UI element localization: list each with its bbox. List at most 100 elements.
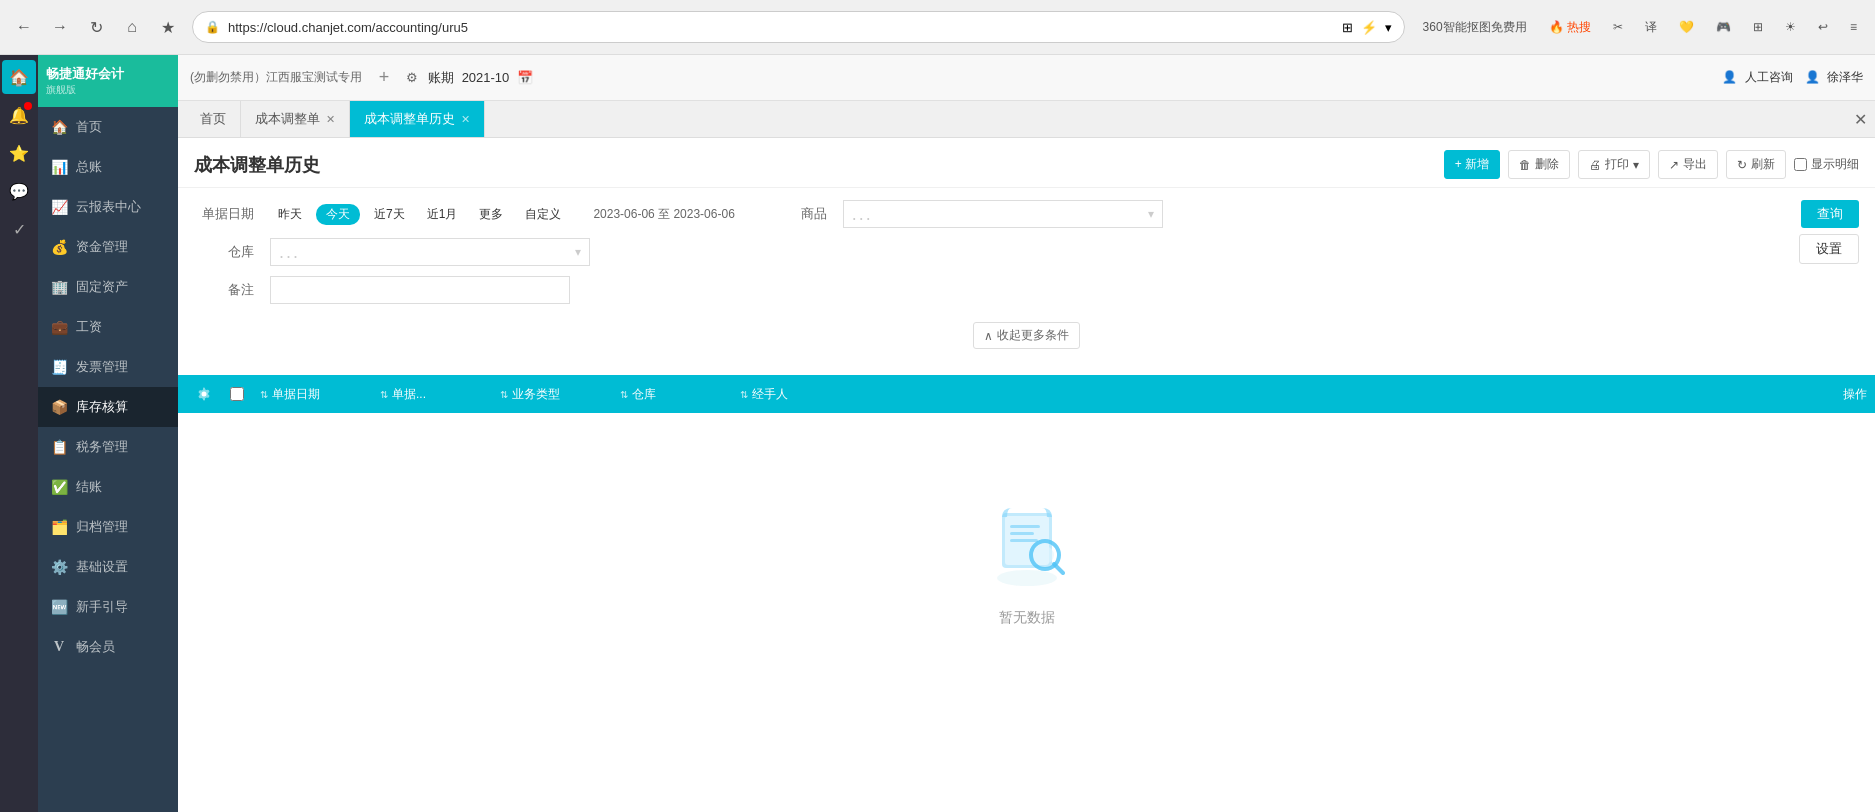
user-name[interactable]: 👤 徐泽华: [1805, 69, 1863, 86]
col-header-doc-num[interactable]: ⇅ 单据...: [372, 386, 492, 403]
refresh-button[interactable]: ↻ 刷新: [1726, 150, 1786, 179]
game-tool[interactable]: 🎮: [1708, 16, 1739, 38]
col-header-biz-type[interactable]: ⇅ 业务类型: [492, 386, 612, 403]
icon-bar-notification[interactable]: 🔔: [2, 98, 36, 132]
show-details-checkbox[interactable]: [1794, 158, 1807, 171]
date-options: 昨天 今天 近7天 近1月 更多 自定义: [270, 204, 569, 225]
address-bar[interactable]: 🔒 https://cloud.chanjet.com/accounting/u…: [192, 11, 1405, 43]
sidebar-label-payroll: 工资: [76, 318, 102, 336]
sidebar-item-guide[interactable]: 🆕 新手引导: [38, 587, 178, 627]
history-tool[interactable]: ↩: [1810, 16, 1836, 38]
sidebar-item-tax[interactable]: 📋 税务管理: [38, 427, 178, 467]
export-button[interactable]: ↗ 导出: [1658, 150, 1718, 179]
tab-cost-adjust-history-close[interactable]: ✕: [461, 113, 470, 126]
address-text: https://cloud.chanjet.com/accounting/uru…: [228, 20, 1334, 35]
sidebar-item-reports[interactable]: 📈 云报表中心: [38, 187, 178, 227]
sidebar-item-vip[interactable]: V 畅会员: [38, 627, 178, 667]
translate-tool[interactable]: 译: [1637, 15, 1665, 40]
print-button[interactable]: 🖨 打印 ▾: [1578, 150, 1650, 179]
sidebar-label-guide: 新手引导: [76, 598, 128, 616]
brightness-tool[interactable]: ☀: [1777, 16, 1804, 38]
sidebar-label-settings: 基础设置: [76, 558, 128, 576]
date-option-last1month[interactable]: 近1月: [419, 204, 466, 225]
bookmark-button[interactable]: ★: [154, 13, 182, 41]
home-button[interactable]: ⌂: [118, 13, 146, 41]
calendar-icon[interactable]: 📅: [517, 70, 533, 85]
invoice-icon: 🧾: [50, 359, 68, 375]
date-option-today[interactable]: 今天: [316, 204, 360, 225]
sidebar-item-archive[interactable]: 🗂️ 归档管理: [38, 507, 178, 547]
commodity-dropdown-icon: ▾: [1148, 207, 1154, 221]
funds-icon: 💰: [50, 239, 68, 255]
date-option-last7[interactable]: 近7天: [366, 204, 413, 225]
collapse-label: 收起更多条件: [997, 327, 1069, 344]
sidebar-item-settings[interactable]: ⚙️ 基础设置: [38, 547, 178, 587]
user-service[interactable]: 👤 人工咨询: [1722, 69, 1792, 86]
sidebar-label-ledger: 总账: [76, 158, 102, 176]
wallet-tool[interactable]: 💛: [1671, 16, 1702, 38]
table-column-settings[interactable]: [186, 386, 222, 402]
hot-search[interactable]: 🔥 热搜: [1541, 15, 1599, 40]
delete-button[interactable]: 🗑 删除: [1508, 150, 1570, 179]
sidebar-label-reports: 云报表中心: [76, 198, 141, 216]
sidebar-label-closing: 结账: [76, 478, 102, 496]
warehouse-dropdown[interactable]: ... ▾: [270, 238, 590, 266]
icon-bar-check[interactable]: ✓: [2, 212, 36, 246]
guide-icon: 🆕: [50, 599, 68, 615]
payroll-icon: 💼: [50, 319, 68, 335]
icon-bar-star[interactable]: ⭐: [2, 136, 36, 170]
page-content: 成本调整单历史 + 新增 🗑 删除 🖨 打印 ▾ ↗ 导出: [178, 138, 1875, 812]
commodity-dropdown[interactable]: ... ▾: [843, 200, 1163, 228]
col-header-operator[interactable]: ⇅ 经手人: [732, 386, 852, 403]
date-option-more[interactable]: 更多: [471, 204, 511, 225]
tab-cost-adjust[interactable]: 成本调整单 ✕: [241, 101, 350, 137]
extensions-icon: ⊞: [1342, 20, 1353, 35]
select-all-checkbox[interactable]: [230, 387, 244, 401]
collapse-button[interactable]: ∧ 收起更多条件: [973, 322, 1080, 349]
col-header-warehouse[interactable]: ⇅ 仓库: [612, 386, 732, 403]
date-option-custom[interactable]: 自定义: [517, 204, 569, 225]
empty-icon: [977, 493, 1077, 593]
back-button[interactable]: ←: [10, 13, 38, 41]
warehouse-dropdown-icon: ▾: [575, 245, 581, 259]
forward-button[interactable]: →: [46, 13, 74, 41]
tab-home[interactable]: 首页: [186, 101, 241, 137]
sidebar-item-invoice[interactable]: 🧾 发票管理: [38, 347, 178, 387]
menu-tool[interactable]: ≡: [1842, 16, 1865, 38]
col-header-date[interactable]: ⇅ 单据日期: [252, 386, 372, 403]
icon-bar-main[interactable]: 🏠: [2, 60, 36, 94]
sidebar-header[interactable]: 畅捷通好会计 旗舰版: [38, 55, 178, 107]
page-header: 成本调整单历史 + 新增 🗑 删除 🖨 打印 ▾ ↗ 导出: [178, 138, 1875, 188]
svg-rect-6: [1010, 539, 1038, 542]
icon-bar-message[interactable]: 💬: [2, 174, 36, 208]
period-label: 账期 2021-10 📅: [428, 69, 533, 87]
date-option-yesterday[interactable]: 昨天: [270, 204, 310, 225]
show-details-label[interactable]: 显示明细: [1794, 156, 1859, 173]
filter-settings-button[interactable]: 设置: [1799, 234, 1859, 264]
sidebar-item-funds[interactable]: 💰 资金管理: [38, 227, 178, 267]
sidebar-item-closing[interactable]: ✅ 结账: [38, 467, 178, 507]
fixed-assets-icon: 🏢: [50, 279, 68, 295]
table-select-all[interactable]: [222, 387, 252, 401]
sidebar-item-fixed-assets[interactable]: 🏢 固定资产: [38, 267, 178, 307]
app-logo-text: 畅捷通好会计: [46, 65, 124, 83]
sort-icon-doc: ⇅: [380, 389, 388, 400]
scissors-tool[interactable]: ✂: [1605, 16, 1631, 38]
grid-tool[interactable]: ⊞: [1745, 16, 1771, 38]
column-settings-icon: [196, 386, 212, 402]
sidebar-item-general-ledger[interactable]: 📊 总账: [38, 147, 178, 187]
refresh-button[interactable]: ↻: [82, 13, 110, 41]
sidebar-item-payroll[interactable]: 💼 工资: [38, 307, 178, 347]
sidebar-item-home[interactable]: 🏠 首页: [38, 107, 178, 147]
query-button[interactable]: 查询: [1801, 200, 1859, 228]
tab-cost-adjust-close[interactable]: ✕: [326, 113, 335, 126]
sidebar: 畅捷通好会计 旗舰版 🏠 首页 📊 总账 📈 云报表中心 💰 资金管理: [38, 55, 178, 812]
close-tab-area[interactable]: ✕: [1854, 110, 1867, 129]
settings-gear-icon[interactable]: ⚙: [406, 70, 418, 85]
new-button[interactable]: + 新增: [1444, 150, 1500, 179]
sidebar-item-inventory[interactable]: 📦 库存核算: [38, 387, 178, 427]
search-tool[interactable]: 360智能抠图免费用: [1415, 15, 1535, 40]
add-tab-button[interactable]: +: [372, 66, 396, 90]
remarks-input[interactable]: [270, 276, 570, 304]
tab-cost-adjust-history[interactable]: 成本调整单历史 ✕: [350, 101, 485, 137]
